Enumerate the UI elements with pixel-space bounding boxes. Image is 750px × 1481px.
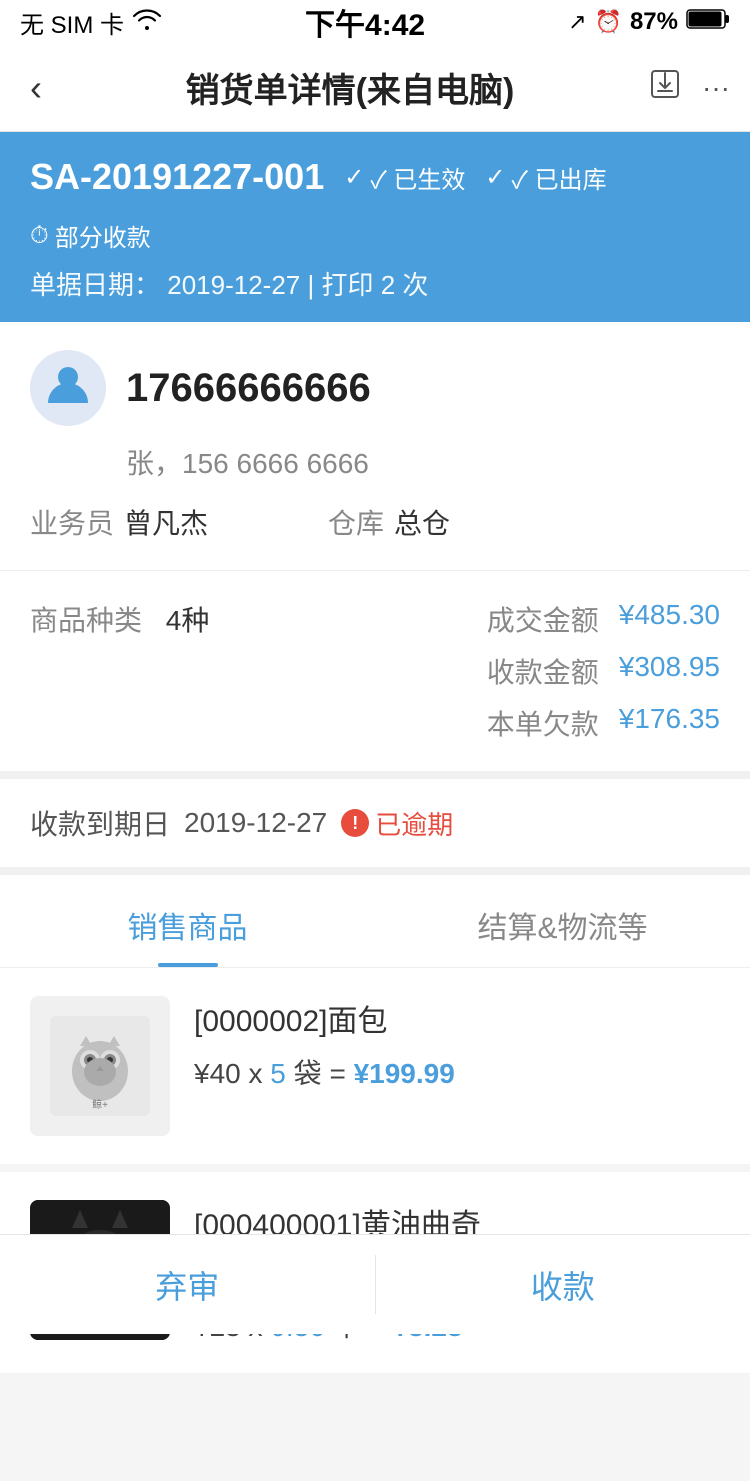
tab-sales-products[interactable]: 销售商品 bbox=[0, 875, 375, 967]
tab-settlement-logistics[interactable]: 结算&物流等 bbox=[375, 875, 750, 967]
product-price-1: ¥40 x 5 袋 = ¥199.99 bbox=[194, 1052, 720, 1092]
avatar bbox=[30, 350, 106, 426]
due-date-value: 2019-12-27 bbox=[184, 807, 327, 839]
wifi-icon bbox=[132, 8, 162, 37]
overdue-badge: ! 已逾期 bbox=[341, 805, 453, 842]
overdue-text: 已逾期 bbox=[375, 805, 453, 842]
check-icon-1: ✓ bbox=[344, 163, 364, 192]
badge-effective: ✓ ✓ 已生效 bbox=[344, 160, 465, 195]
badge-shipped: ✓ ✓ 已出库 bbox=[485, 160, 606, 195]
export-button[interactable] bbox=[648, 67, 682, 109]
order-id: SA-20191227-001 bbox=[30, 156, 324, 198]
salesperson-info: 业务员 曾凡杰 bbox=[30, 502, 208, 542]
status-left: 无 SIM 卡 bbox=[20, 5, 162, 40]
order-id-row: SA-20191227-001 ✓ ✓ 已生效 ✓ ✓ 已出库 ⏱ 部分收款 bbox=[30, 156, 720, 253]
customer-section: 17666666666 张，156 6666 6666 业务员 曾凡杰 仓库 总… bbox=[0, 322, 750, 571]
status-bar: 无 SIM 卡 下午4:42 ↗ ⏰ 87% bbox=[0, 0, 750, 44]
more-button[interactable]: ··· bbox=[702, 72, 730, 104]
customer-meta: 业务员 曾凡杰 仓库 总仓 bbox=[30, 502, 720, 542]
summary-left: 商品种类 4种 bbox=[30, 599, 209, 639]
order-header-banner: SA-20191227-001 ✓ ✓ 已生效 ✓ ✓ 已出库 ⏱ 部分收款 单… bbox=[0, 132, 750, 322]
product-tabs: 销售商品 结算&物流等 bbox=[0, 875, 750, 968]
svg-text:鲸+: 鲸+ bbox=[92, 1098, 108, 1111]
due-date-section: 收款到期日 2019-12-27 ! 已逾期 bbox=[0, 779, 750, 875]
summary-right: 成交金额 ¥485.30 收款金额 ¥308.95 本单欠款 ¥176.35 bbox=[487, 599, 720, 743]
warehouse-info: 仓库 总仓 bbox=[328, 502, 450, 542]
customer-sub-info: 张，156 6666 6666 bbox=[30, 442, 720, 482]
product-thumbnail-1: 鲸+ bbox=[30, 996, 170, 1136]
due-date-label: 收款到期日 bbox=[30, 803, 170, 843]
product-name-1: [0000002]面包 bbox=[194, 996, 720, 1040]
check-icon-2: ✓ bbox=[485, 163, 505, 192]
received-amount-row: 收款金额 ¥308.95 bbox=[487, 651, 720, 691]
clock-icon: ⏱ bbox=[30, 222, 49, 250]
bottom-spacer bbox=[0, 1381, 750, 1481]
nav-right-actions: ··· bbox=[648, 67, 730, 109]
nav-bar: ‹ 销货单详情(来自电脑) ··· bbox=[0, 44, 750, 132]
product-list: 鲸+ [0000002]面包 ¥40 x 5 袋 = ¥199.99 bbox=[0, 968, 750, 1481]
alarm-icon: ⏰ bbox=[595, 9, 622, 35]
battery-icon bbox=[686, 8, 730, 37]
list-item: 鲸+ [0000002]面包 ¥40 x 5 袋 = ¥199.99 bbox=[0, 968, 750, 1164]
status-right: ↗ ⏰ 87% bbox=[568, 8, 730, 37]
collect-payment-button[interactable]: 收款 bbox=[376, 1235, 750, 1334]
location-icon: ↗ bbox=[568, 9, 586, 35]
back-button[interactable]: ‹ bbox=[20, 57, 52, 119]
owed-amount-row: 本单欠款 ¥176.35 bbox=[487, 703, 720, 743]
overdue-alert-icon: ! bbox=[341, 809, 369, 837]
customer-name: 17666666666 bbox=[126, 366, 371, 411]
product-types-info: 商品种类 4种 bbox=[30, 599, 209, 639]
battery-text: 87% bbox=[630, 8, 678, 36]
page-title: 销货单详情(来自电脑) bbox=[52, 63, 648, 112]
person-icon bbox=[46, 361, 90, 415]
cancel-review-button[interactable]: 弃审 bbox=[0, 1235, 375, 1334]
customer-row: 17666666666 bbox=[30, 350, 720, 426]
product-info-1: [0000002]面包 ¥40 x 5 袋 = ¥199.99 bbox=[194, 996, 720, 1092]
badge-partial-payment: ⏱ 部分收款 bbox=[30, 218, 151, 253]
summary-section: 商品种类 4种 成交金额 ¥485.30 收款金额 ¥308.95 本单欠款 ¥… bbox=[0, 571, 750, 779]
bottom-action-bar: 弃审 收款 bbox=[0, 1234, 750, 1334]
order-date-row: 单据日期： 2019-12-27 | 打印 2 次 bbox=[30, 265, 720, 302]
time-display: 下午4:42 bbox=[305, 0, 425, 44]
deal-amount-row: 成交金额 ¥485.30 bbox=[487, 599, 720, 639]
carrier-text: 无 SIM 卡 bbox=[20, 5, 124, 40]
